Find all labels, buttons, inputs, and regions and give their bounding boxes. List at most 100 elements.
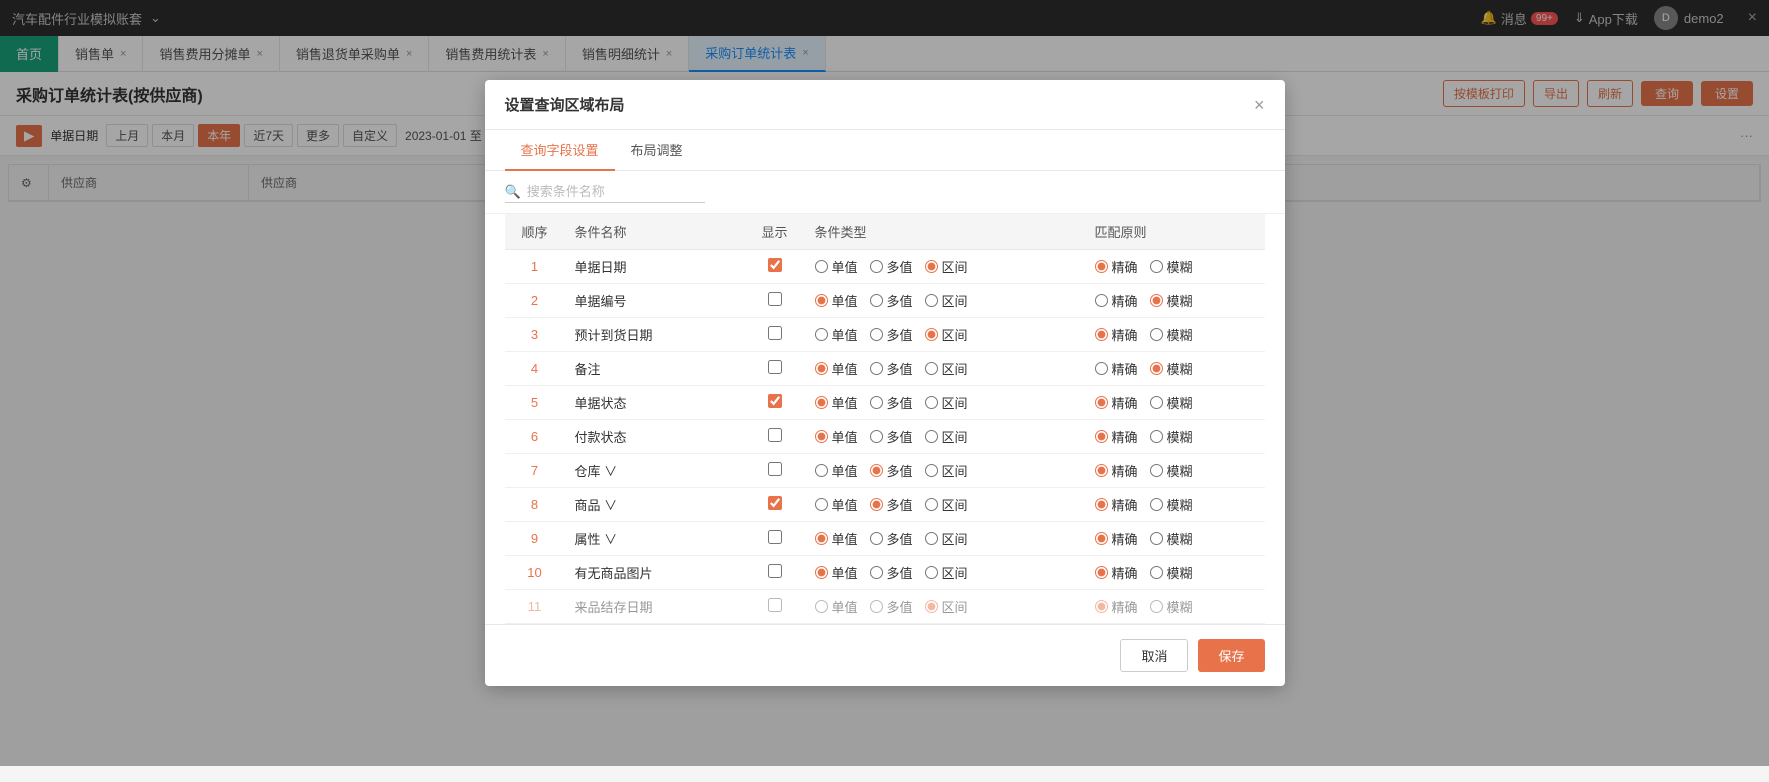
radio-range[interactable]: 区间	[925, 427, 968, 446]
radio-multi[interactable]: 多值	[870, 563, 913, 582]
radio-input-multi[interactable]	[870, 566, 883, 579]
row-display-cell[interactable]	[745, 386, 805, 420]
match-radio-input-exact[interactable]	[1095, 260, 1108, 273]
radio-single[interactable]: 单值	[815, 529, 858, 548]
match-radio-exact[interactable]: 精确	[1095, 291, 1138, 310]
radio-input-single[interactable]	[815, 396, 828, 409]
match-radio-input-fuzzy[interactable]	[1150, 328, 1163, 341]
radio-multi[interactable]: 多值	[870, 461, 913, 480]
radio-multi[interactable]: 多值	[870, 393, 913, 412]
match-radio-fuzzy[interactable]: 模糊	[1150, 563, 1193, 582]
row-display-cell[interactable]	[745, 488, 805, 522]
radio-multi[interactable]: 多值	[870, 495, 913, 514]
radio-range[interactable]: 区间	[925, 359, 968, 378]
radio-range[interactable]: 区间	[925, 563, 968, 582]
match-radio-fuzzy[interactable]: 模糊	[1150, 291, 1193, 310]
radio-input-range[interactable]	[925, 260, 938, 273]
radio-range[interactable]: 区间	[925, 495, 968, 514]
radio-multi[interactable]: 多值	[870, 257, 913, 276]
match-radio-input-fuzzy[interactable]	[1150, 600, 1163, 613]
radio-range[interactable]: 区间	[925, 529, 968, 548]
match-radio-input-exact[interactable]	[1095, 362, 1108, 375]
radio-multi[interactable]: 多值	[870, 359, 913, 378]
row-display-cell[interactable]	[745, 556, 805, 590]
match-radio-input-fuzzy[interactable]	[1150, 566, 1163, 579]
radio-input-range[interactable]	[925, 566, 938, 579]
match-radio-fuzzy[interactable]: 模糊	[1150, 257, 1193, 276]
display-checkbox[interactable]	[768, 428, 782, 442]
match-radio-exact[interactable]: 精确	[1095, 325, 1138, 344]
row-display-cell[interactable]	[745, 284, 805, 318]
radio-input-multi[interactable]	[870, 260, 883, 273]
tab-layout-adjust[interactable]: 布局调整	[615, 130, 699, 171]
match-radio-fuzzy[interactable]: 模糊	[1150, 393, 1193, 412]
display-checkbox[interactable]	[768, 326, 782, 340]
match-radio-input-exact[interactable]	[1095, 430, 1108, 443]
match-radio-input-exact[interactable]	[1095, 294, 1108, 307]
match-radio-fuzzy[interactable]: 模糊	[1150, 359, 1193, 378]
radio-single[interactable]: 单值	[815, 461, 858, 480]
match-radio-input-fuzzy[interactable]	[1150, 532, 1163, 545]
radio-input-range[interactable]	[925, 600, 938, 613]
radio-input-range[interactable]	[925, 464, 938, 477]
radio-input-single[interactable]	[815, 430, 828, 443]
radio-input-single[interactable]	[815, 600, 828, 613]
radio-range[interactable]: 区间	[925, 291, 968, 310]
match-radio-exact[interactable]: 精确	[1095, 257, 1138, 276]
radio-input-range[interactable]	[925, 294, 938, 307]
match-radio-input-fuzzy[interactable]	[1150, 396, 1163, 409]
match-radio-exact[interactable]: 精确	[1095, 495, 1138, 514]
match-radio-input-exact[interactable]	[1095, 566, 1108, 579]
match-radio-exact[interactable]: 精确	[1095, 359, 1138, 378]
radio-range[interactable]: 区间	[925, 461, 968, 480]
radio-input-multi[interactable]	[870, 532, 883, 545]
radio-input-range[interactable]	[925, 362, 938, 375]
display-checkbox[interactable]	[768, 598, 782, 612]
radio-multi[interactable]: 多值	[870, 427, 913, 446]
match-radio-input-exact[interactable]	[1095, 464, 1108, 477]
match-radio-input-exact[interactable]	[1095, 498, 1108, 511]
radio-single[interactable]: 单值	[815, 427, 858, 446]
row-display-cell[interactable]	[745, 590, 805, 624]
radio-multi[interactable]: 多值	[870, 291, 913, 310]
cancel-button[interactable]: 取消	[1120, 639, 1188, 672]
radio-single[interactable]: 单值	[815, 359, 858, 378]
display-checkbox[interactable]	[768, 258, 782, 272]
radio-multi[interactable]: 多值	[870, 529, 913, 548]
search-input[interactable]	[527, 181, 705, 202]
match-radio-input-exact[interactable]	[1095, 532, 1108, 545]
radio-input-range[interactable]	[925, 532, 938, 545]
row-display-cell[interactable]	[745, 352, 805, 386]
match-radio-fuzzy[interactable]: 模糊	[1150, 597, 1193, 616]
radio-range[interactable]: 区间	[925, 393, 968, 412]
display-checkbox[interactable]	[768, 462, 782, 476]
radio-input-single[interactable]	[815, 260, 828, 273]
match-radio-input-fuzzy[interactable]	[1150, 498, 1163, 511]
radio-input-single[interactable]	[815, 498, 828, 511]
radio-input-multi[interactable]	[870, 600, 883, 613]
display-checkbox[interactable]	[768, 360, 782, 374]
display-checkbox[interactable]	[768, 564, 782, 578]
radio-single[interactable]: 单值	[815, 597, 858, 616]
display-checkbox[interactable]	[768, 496, 782, 510]
radio-input-single[interactable]	[815, 294, 828, 307]
radio-range[interactable]: 区间	[925, 257, 968, 276]
display-checkbox[interactable]	[768, 394, 782, 408]
save-button[interactable]: 保存	[1198, 639, 1264, 672]
match-radio-input-fuzzy[interactable]	[1150, 464, 1163, 477]
match-radio-fuzzy[interactable]: 模糊	[1150, 427, 1193, 446]
match-radio-fuzzy[interactable]: 模糊	[1150, 325, 1193, 344]
row-display-cell[interactable]	[745, 420, 805, 454]
radio-input-range[interactable]	[925, 328, 938, 341]
radio-input-single[interactable]	[815, 362, 828, 375]
radio-single[interactable]: 单值	[815, 393, 858, 412]
match-radio-input-fuzzy[interactable]	[1150, 430, 1163, 443]
radio-single[interactable]: 单值	[815, 325, 858, 344]
row-display-cell[interactable]	[745, 522, 805, 556]
match-radio-input-fuzzy[interactable]	[1150, 362, 1163, 375]
radio-range[interactable]: 区间	[925, 597, 968, 616]
radio-input-range[interactable]	[925, 396, 938, 409]
radio-input-single[interactable]	[815, 464, 828, 477]
match-radio-fuzzy[interactable]: 模糊	[1150, 529, 1193, 548]
match-radio-exact[interactable]: 精确	[1095, 461, 1138, 480]
